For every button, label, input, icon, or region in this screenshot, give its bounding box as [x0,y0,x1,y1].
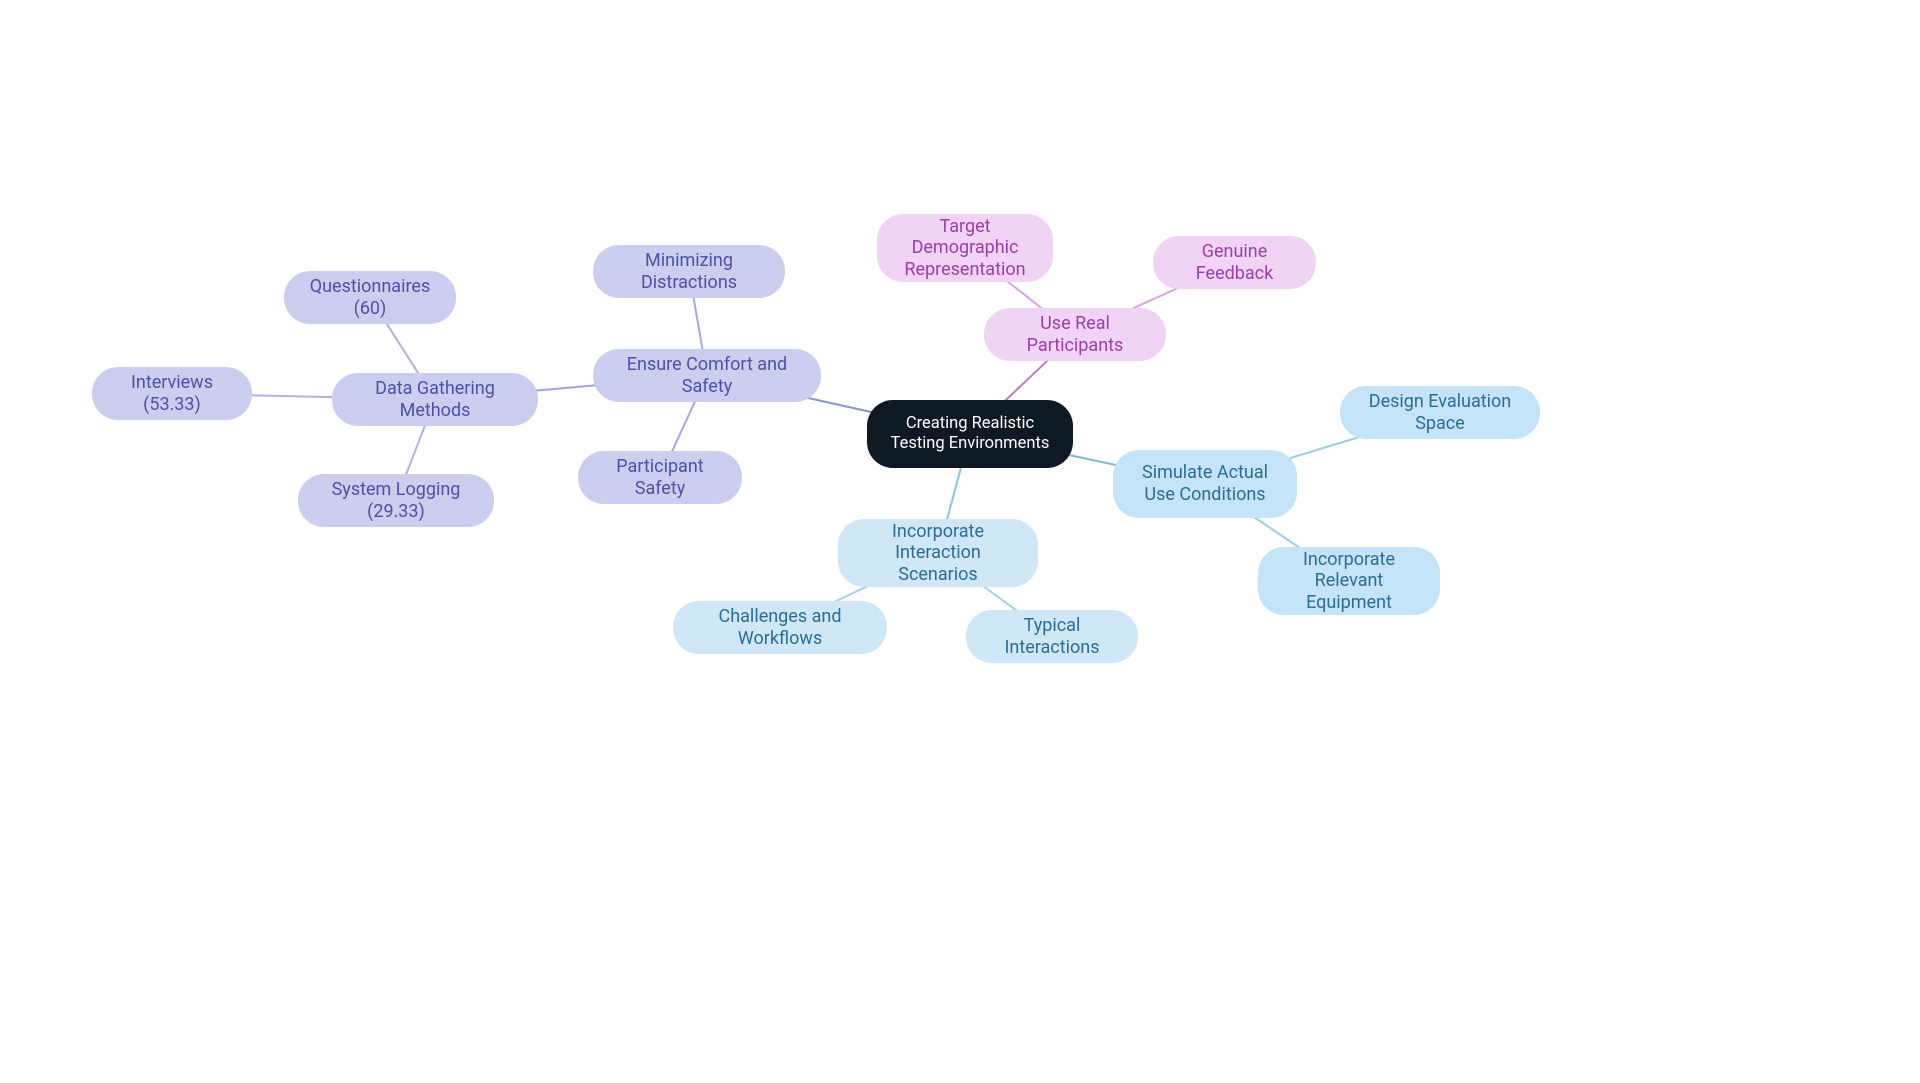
node-label: Genuine Feedback [1171,241,1298,284]
node-questionnaires[interactable]: Questionnaires (60) [284,271,456,324]
node-target_demo[interactable]: Target Demographic Representation [877,214,1053,282]
node-label: Design Evaluation Space [1358,391,1522,434]
node-label: Incorporate Interaction Scenarios [856,521,1020,586]
node-design_eval[interactable]: Design Evaluation Space [1340,386,1540,439]
node-label: Creating Realistic Testing Environments [885,414,1055,454]
node-label: Data Gathering Methods [350,378,520,421]
node-challenges[interactable]: Challenges and Workflows [673,601,887,654]
node-scenarios[interactable]: Incorporate Interaction Scenarios [838,519,1038,587]
node-equipment[interactable]: Incorporate Relevant Equipment [1258,547,1440,615]
node-typical[interactable]: Typical Interactions [966,610,1138,663]
node-comfort[interactable]: Ensure Comfort and Safety [593,349,821,402]
node-use_real[interactable]: Use Real Participants [984,308,1166,361]
node-label: Typical Interactions [984,615,1120,658]
node-label: Use Real Participants [1002,313,1148,356]
node-genuine[interactable]: Genuine Feedback [1153,236,1316,289]
node-syslog[interactable]: System Logging (29.33) [298,474,494,527]
node-interviews[interactable]: Interviews (53.33) [92,367,252,420]
node-safety[interactable]: Participant Safety [578,451,742,504]
node-distractions[interactable]: Minimizing Distractions [593,245,785,298]
node-label: Incorporate Relevant Equipment [1276,549,1422,614]
node-label: Questionnaires (60) [302,276,438,319]
node-label: Minimizing Distractions [611,250,767,293]
node-label: Participant Safety [596,456,724,499]
node-central[interactable]: Creating Realistic Testing Environments [867,400,1073,468]
node-simulate[interactable]: Simulate Actual Use Conditions [1113,450,1297,518]
node-label: Challenges and Workflows [691,606,869,649]
node-label: Interviews (53.33) [110,372,234,415]
node-label: Simulate Actual Use Conditions [1131,462,1279,505]
node-label: System Logging (29.33) [316,479,476,522]
node-data_methods[interactable]: Data Gathering Methods [332,373,538,426]
node-label: Target Demographic Representation [895,216,1035,281]
node-label: Ensure Comfort and Safety [611,354,803,397]
